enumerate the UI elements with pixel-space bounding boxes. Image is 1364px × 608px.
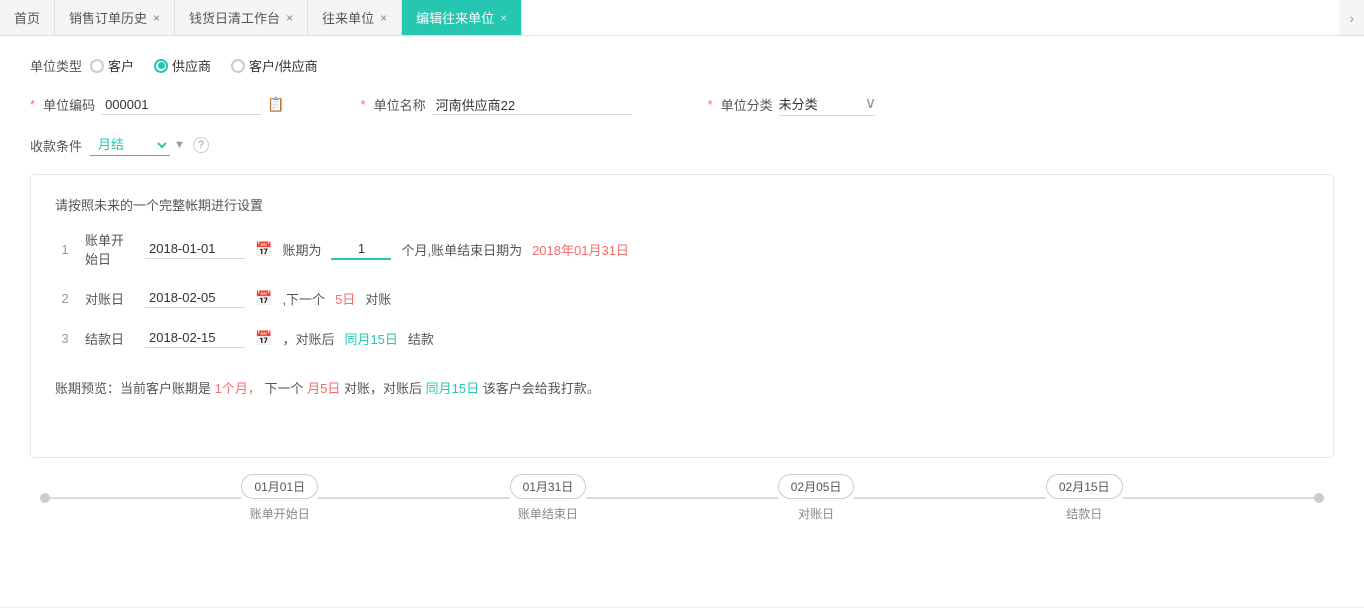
timeline-seg-4 <box>1123 497 1314 499</box>
timeline-label-2: 账单结束日 <box>518 505 578 522</box>
preview-period-highlight: 1个月， <box>215 381 261 396</box>
tab-close-edit-partner[interactable]: × <box>500 11 507 25</box>
preview-prefix: 账期预览：当前客户账期是 <box>55 381 211 396</box>
period-desc-2a: ,下一个 <box>282 289 325 308</box>
period-label-3: 结款日 <box>85 329 135 348</box>
timeline-label-1: 账单开始日 <box>250 505 310 522</box>
timeline-node-4: 02月15日 结款日 <box>1046 474 1123 522</box>
period-highlight-3: 同月15日 <box>344 329 397 348</box>
unit-code-label: 单位编码 <box>43 95 95 114</box>
preview-pay-suffix: 该客户会给我打款。 <box>483 381 600 396</box>
radio-both[interactable]: 客户/供应商 <box>231 56 318 75</box>
timeline-wrapper: 01月01日 账单开始日 01月31日 账单结束日 02月05日 对账日 02月… <box>40 474 1324 522</box>
period-row-3: 3 结款日 📅 ，对账后 同月15日 结款 <box>55 328 1309 348</box>
main-content: 单位类型 客户 供应商 客户/供应商 * 单位编码 📋 * <box>0 36 1364 606</box>
payment-terms-dropdown-group: 月结 ▼ <box>90 134 185 156</box>
unit-type-row: 单位类型 客户 供应商 客户/供应商 <box>30 56 1334 75</box>
tab-sales-history[interactable]: 销售订单历史 × <box>55 0 175 35</box>
tab-close-cash-desk[interactable]: × <box>286 11 293 25</box>
period-settings-box: 请按照未来的一个完整帐期进行设置 1 账单开始日 📅 账期为 个月,账单结束日期… <box>30 174 1334 458</box>
period-highlight-2: 5日 <box>335 289 355 308</box>
unit-classify-group: * 单位分类 未分类 ∨ <box>708 93 877 116</box>
timeline-pill-2: 01月31日 <box>510 474 587 499</box>
timeline-pill-3: 02月05日 <box>778 474 855 499</box>
period-suffix-after-1: 个月,账单结束日期为 <box>401 240 522 259</box>
unit-info-row: * 单位编码 📋 * 单位名称 * 单位分类 未分类 ∨ <box>30 93 1334 116</box>
help-icon[interactable]: ? <box>193 137 209 153</box>
unit-code-group: * 单位编码 📋 <box>30 95 285 115</box>
period-date-input-3[interactable] <box>145 328 245 348</box>
preview-reconcile-prefix: 下一个 <box>265 381 304 396</box>
tab-cash-desk[interactable]: 钱货日清工作台 × <box>175 0 308 35</box>
unit-classify-label: 单位分类 <box>721 95 773 114</box>
unit-name-group: * 单位名称 <box>361 95 632 115</box>
radio-supplier[interactable]: 供应商 <box>154 56 211 75</box>
unit-type-label: 单位类型 <box>30 56 82 75</box>
tab-close-partner[interactable]: × <box>380 11 387 25</box>
timeline-node-1: 01月01日 账单开始日 <box>241 474 318 522</box>
tab-edit-partner[interactable]: 编辑往来单位 × <box>402 0 522 35</box>
preview-reconcile-highlight: 月5日 <box>307 381 340 396</box>
tab-home[interactable]: 首页 <box>0 0 55 35</box>
preview-pay-highlight: 同月15日 <box>426 381 479 396</box>
period-suffix-before-1: 账期为 <box>282 240 321 259</box>
payment-terms-label: 收款条件 <box>30 136 82 155</box>
period-desc-2b: 对账 <box>365 289 391 308</box>
preview-text: 账期预览：当前客户账期是 1个月， 下一个 月5日 对账，对账后 同月15日 该… <box>55 378 1309 397</box>
timeline-label-3: 对账日 <box>798 505 834 522</box>
payment-terms-row: 收款条件 月结 ▼ ? <box>30 134 1334 156</box>
classify-chevron-icon[interactable]: ∨ <box>865 93 877 113</box>
period-date-input-1[interactable] <box>145 239 245 259</box>
period-label-1: 账单开始日 <box>85 230 135 268</box>
timeline-right-dot <box>1314 493 1324 503</box>
period-row-1: 1 账单开始日 📅 账期为 个月,账单结束日期为 2018年01月31日 <box>55 230 1309 268</box>
period-months-input[interactable] <box>331 239 391 260</box>
period-desc-3b: 结款 <box>408 329 434 348</box>
radio-customer[interactable]: 客户 <box>90 56 134 75</box>
period-calendar-icon-2[interactable]: 📅 <box>255 290 272 307</box>
period-calendar-icon-1[interactable]: 📅 <box>255 241 272 258</box>
unit-classify-dropdown[interactable]: 未分类 ∨ <box>779 93 877 116</box>
timeline-pill-1: 01月01日 <box>241 474 318 499</box>
period-desc-3a: ，对账后 <box>282 329 334 348</box>
dropdown-arrow-icon: ▼ <box>174 139 185 151</box>
timeline-node-2: 01月31日 账单结束日 <box>510 474 587 522</box>
period-num-3: 3 <box>55 331 75 346</box>
preview-section: 账期预览：当前客户账期是 1个月， 下一个 月5日 对账，对账后 同月15日 该… <box>55 368 1309 437</box>
timeline-seg-2 <box>586 497 777 499</box>
period-num-2: 2 <box>55 291 75 306</box>
timeline-seg-3 <box>854 497 1045 499</box>
timeline-section: 01月01日 账单开始日 01月31日 账单结束日 02月05日 对账日 02月… <box>30 474 1334 532</box>
unit-code-calendar-icon[interactable]: 📋 <box>267 96 284 113</box>
unit-classify-value: 未分类 <box>779 94 859 113</box>
unit-name-input[interactable] <box>432 95 632 115</box>
unit-type-radio-group: 客户 供应商 客户/供应商 <box>90 56 318 75</box>
radio-circle-both <box>231 59 245 73</box>
tab-bar: 首页 销售订单历史 × 钱货日清工作台 × 往来单位 × 编辑往来单位 × › <box>0 0 1364 36</box>
radio-circle-customer <box>90 59 104 73</box>
tab-close-sales-history[interactable]: × <box>153 11 160 25</box>
timeline-label-4: 结款日 <box>1066 505 1102 522</box>
preview-reconcile-suffix: 对账，对账后 <box>344 381 422 396</box>
timeline-seg-0 <box>50 497 241 499</box>
timeline-seg-1 <box>318 497 509 499</box>
unit-code-input[interactable] <box>101 95 261 115</box>
period-box-title: 请按照未来的一个完整帐期进行设置 <box>55 195 1309 214</box>
tab-partner[interactable]: 往来单位 × <box>308 0 402 35</box>
period-row-2: 2 对账日 📅 ,下一个 5日 对账 <box>55 288 1309 308</box>
unit-name-label: 单位名称 <box>374 95 426 114</box>
period-end-date-highlight: 2018年01月31日 <box>532 240 629 259</box>
timeline-node-3: 02月05日 对账日 <box>778 474 855 522</box>
period-calendar-icon-3[interactable]: 📅 <box>255 330 272 347</box>
period-label-2: 对账日 <box>85 289 135 308</box>
period-date-input-2[interactable] <box>145 288 245 308</box>
tab-overflow-arrow[interactable]: › <box>1339 0 1364 35</box>
timeline-left-dot <box>40 493 50 503</box>
payment-terms-select[interactable]: 月结 <box>90 134 170 156</box>
timeline-pill-4: 02月15日 <box>1046 474 1123 499</box>
radio-circle-supplier <box>154 59 168 73</box>
period-num-1: 1 <box>55 242 75 257</box>
